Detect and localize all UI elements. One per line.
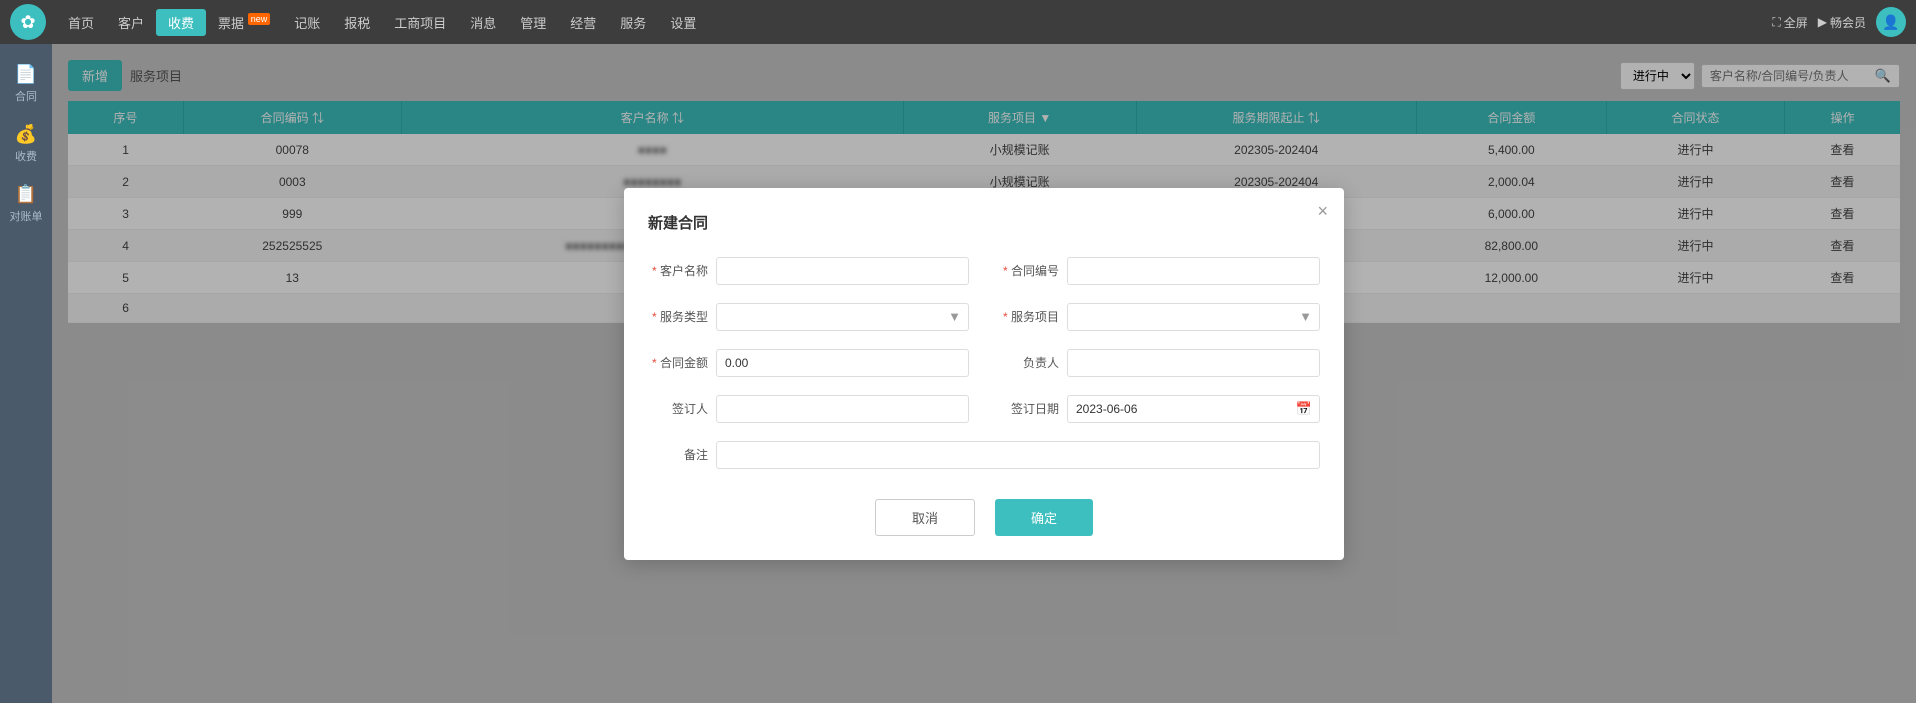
member-label: 畅会员 (1830, 14, 1866, 31)
avatar[interactable]: 👤 (1876, 7, 1906, 37)
sidebar-label-fee: 收费 (15, 148, 37, 164)
sidebar: 📄 合同 💰 收费 📋 对账单 (0, 44, 52, 703)
form-row-service-item: 服务项目 ▼ (999, 303, 1320, 331)
nav-item-message[interactable]: 消息 (458, 9, 508, 36)
sidebar-item-statement[interactable]: 📋 对账单 (0, 174, 52, 234)
contract-no-label: 合同编号 (999, 262, 1059, 279)
nav-item-industry[interactable]: 工商项目 (382, 9, 458, 36)
service-type-label: 服务类型 (648, 308, 708, 325)
top-navigation: ✿ 首页 客户 收费 票据 new 记账 报税 工商项目 消息 管理 经营 服务… (0, 0, 1916, 44)
play-icon: ▶ (1818, 15, 1827, 29)
modal-footer: 取消 确定 (648, 499, 1320, 536)
contract-amount-input[interactable] (716, 349, 969, 377)
new-badge: new (248, 13, 271, 25)
nav-item-ticket[interactable]: 票据 new (206, 9, 282, 36)
sign-date-input[interactable] (1067, 395, 1320, 423)
logo-icon: ✿ (20, 12, 35, 33)
form-row-service-type: 服务类型 ▼ (648, 303, 969, 331)
form-row-contract-amount: 合同金额 (648, 349, 969, 377)
sign-date-wrap: 📅 (1067, 395, 1320, 423)
nav-item-invoice[interactable]: 收费 (156, 9, 206, 36)
form-grid: 客户名称 合同编号 服务类型 ▼ (648, 257, 1320, 469)
signer-label: 签订人 (648, 400, 708, 417)
modal-title: 新建合同 (648, 212, 1320, 233)
client-name-input[interactable] (716, 257, 969, 285)
nav-label-ticket: 票据 (218, 16, 244, 31)
new-contract-modal: 新建合同 × 客户名称 合同编号 服务类型 (624, 188, 1344, 560)
fullscreen-label: 全屏 (1784, 14, 1808, 31)
sidebar-item-contract[interactable]: 📄 合同 (0, 54, 52, 114)
contract-no-input[interactable] (1067, 257, 1320, 285)
form-row-contract-no: 合同编号 (999, 257, 1320, 285)
nav-item-manage[interactable]: 管理 (508, 9, 558, 36)
nav-item-settings[interactable]: 设置 (658, 9, 708, 36)
form-row-sign-date: 签订日期 📅 (999, 395, 1320, 423)
fullscreen-icon: ⛶ (1772, 15, 1780, 30)
content-area: 新增 服务项目 进行中 已完成 已终止 🔍 序号 合同 (52, 44, 1916, 703)
nav-item-operation[interactable]: 经营 (558, 9, 608, 36)
main-layout: 📄 合同 💰 收费 📋 对账单 新增 服务项目 进行中 已完成 已终止 (0, 44, 1916, 703)
note-label: 备注 (648, 446, 708, 463)
nav-item-home[interactable]: 首页 (56, 9, 106, 36)
service-type-select-wrap: ▼ (716, 303, 969, 331)
service-item-label: 服务项目 (999, 308, 1059, 325)
fee-icon: 💰 (15, 124, 37, 145)
cancel-button[interactable]: 取消 (875, 499, 975, 536)
note-input[interactable] (716, 441, 1320, 469)
nav-item-bookkeeping[interactable]: 记账 (282, 9, 332, 36)
form-row-responsible-person: 负责人 (999, 349, 1320, 377)
nav-item-client[interactable]: 客户 (106, 9, 156, 36)
service-type-select[interactable] (716, 303, 969, 331)
form-row-client-name: 客户名称 (648, 257, 969, 285)
logo[interactable]: ✿ (10, 4, 46, 40)
nav-item-tax[interactable]: 报税 (332, 9, 382, 36)
statement-icon: 📋 (15, 184, 37, 205)
signer-input[interactable] (716, 395, 969, 423)
confirm-button[interactable]: 确定 (995, 499, 1093, 536)
client-name-label: 客户名称 (648, 262, 708, 279)
form-row-signer: 签订人 (648, 395, 969, 423)
responsible-person-label: 负责人 (999, 354, 1059, 371)
contract-icon: 📄 (15, 64, 37, 85)
sidebar-label-statement: 对账单 (10, 208, 43, 224)
nav-item-service[interactable]: 服务 (608, 9, 658, 36)
nav-items: 首页 客户 收费 票据 new 记账 报税 工商项目 消息 管理 经营 服务 设… (56, 9, 1772, 36)
member-button[interactable]: ▶ 畅会员 (1818, 14, 1866, 31)
nav-right: ⛶ 全屏 ▶ 畅会员 👤 (1772, 7, 1906, 37)
service-item-select[interactable] (1067, 303, 1320, 331)
service-item-select-wrap: ▼ (1067, 303, 1320, 331)
sidebar-label-contract: 合同 (15, 88, 37, 104)
responsible-person-input[interactable] (1067, 349, 1320, 377)
fullscreen-button[interactable]: ⛶ 全屏 (1772, 14, 1807, 31)
modal-overlay: 新建合同 × 客户名称 合同编号 服务类型 (52, 44, 1916, 703)
contract-amount-label: 合同金额 (648, 354, 708, 371)
form-row-note: 备注 (648, 441, 1320, 469)
calendar-icon[interactable]: 📅 (1296, 401, 1312, 417)
modal-close-button[interactable]: × (1317, 202, 1328, 220)
sign-date-label: 签订日期 (999, 400, 1059, 417)
sidebar-item-fee[interactable]: 💰 收费 (0, 114, 52, 174)
